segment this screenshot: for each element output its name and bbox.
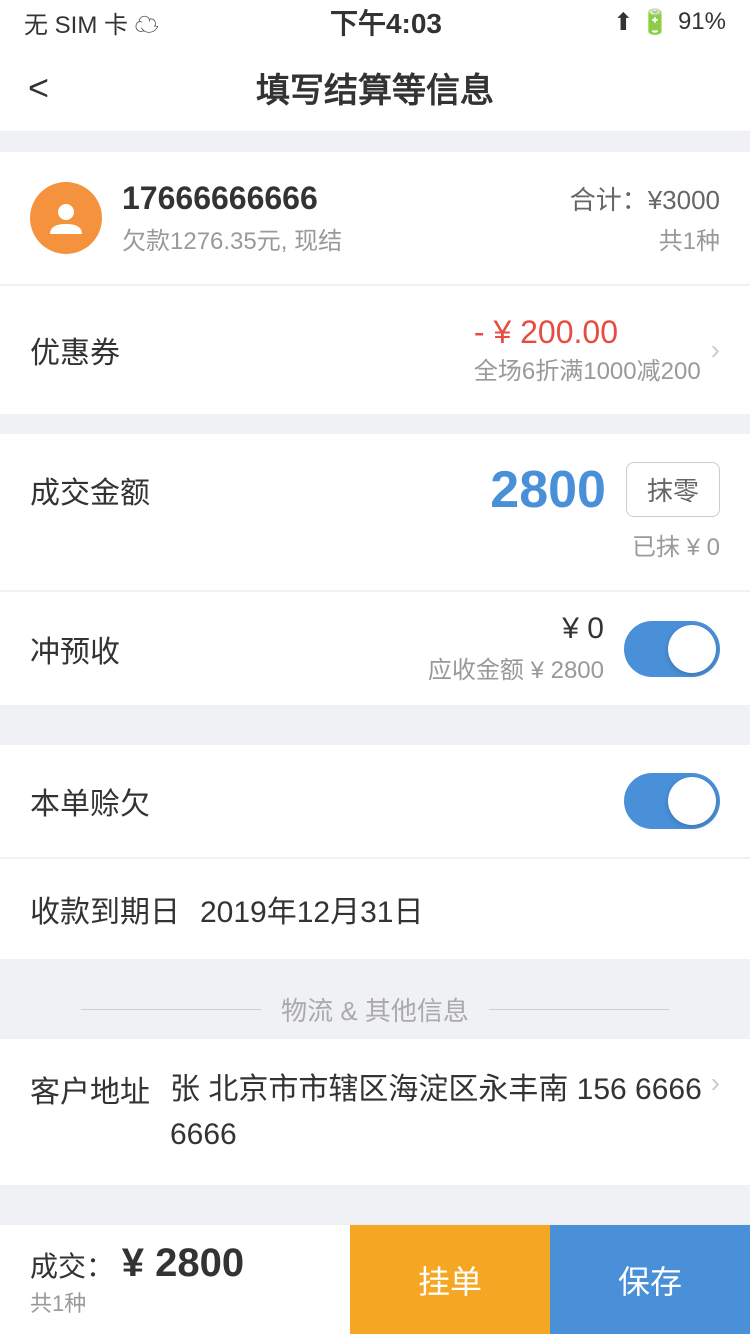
prepay-sub: 应收金额 ¥ 2800 [428,650,604,685]
prepay-label: 冲预收 [30,627,120,671]
logistics-divider: 物流 & 其他信息 [0,979,750,1039]
duedate-value: 2019年12月31日 [200,887,423,931]
customer-phone: 17666666666 [122,180,342,217]
amount-number: 2800 [490,464,606,516]
customer-card-left: 17666666666 欠款1276.35元, 现结 [30,180,342,256]
prepay-amount: ¥ 0 [428,612,604,646]
customer-subtext: 欠款1276.35元, 现结 [122,221,342,256]
address-chevron-icon: › [711,1067,720,1099]
customer-info: 17666666666 欠款1276.35元, 现结 [122,180,342,256]
summary-label: 成交： ¥ 2800 [30,1241,320,1286]
back-button[interactable]: < [28,67,49,109]
status-right: ⬆ 🔋 91% [613,8,726,37]
amount-row: 成交金额 2800 抹零 [30,462,720,517]
sim-status: 无 SIM 卡 ☁ [24,5,159,40]
coupon-label: 优惠券 [30,328,120,372]
total-label: 合计：¥3000 [570,180,720,217]
hold-button[interactable]: 挂单 [350,1225,550,1334]
divider-1 [0,414,750,434]
total-count: 共1种 [570,221,720,256]
amount-sub: 已抹 ¥ 0 [30,527,720,562]
duedate-label: 收款到期日 [30,887,180,931]
battery-icon: ⬆ 🔋 [613,8,670,37]
bottom-summary: 成交： ¥ 2800 共1种 [0,1241,350,1318]
prepay-toggle[interactable] [624,621,720,677]
coupon-chevron-icon: › [711,334,720,366]
logistics-divider-text: 物流 & 其他信息 [281,991,469,1028]
coupon-amount: - ¥ 200.00 [474,314,701,351]
avatar [30,182,102,254]
credit-toggle[interactable] [624,773,720,829]
status-left: 无 SIM 卡 ☁ [24,5,159,40]
status-time: 下午4:03 [330,2,442,42]
divider-line-right [489,1009,669,1010]
divider-line-left [81,1009,261,1010]
summary-amount: ¥ 2800 [122,1241,244,1285]
battery-percent: 91% [678,8,726,36]
amount-section: 成交金额 2800 抹零 已抹 ¥ 0 [0,434,750,590]
amount-label: 成交金额 [30,468,150,512]
prepay-amount-block: ¥ 0 应收金额 ¥ 2800 [428,612,604,685]
nav-bar: < 填写结算等信息 [0,44,750,132]
duedate-row: 收款到期日 2019年12月31日 [0,859,750,959]
prepay-right: ¥ 0 应收金额 ¥ 2800 [428,612,720,685]
address-value: 张 北京市市辖区海淀区永丰南 156 6666 6666 [170,1067,711,1157]
credit-row: 本单赊欠 [0,745,750,857]
bottom-bar: 成交： ¥ 2800 共1种 挂单 保存 [0,1224,750,1334]
person-icon [46,198,86,238]
divider-2 [0,705,750,725]
address-label: 客户地址 [30,1067,150,1111]
summary-count: 共1种 [30,1286,320,1318]
page-title: 填写结算等信息 [256,63,494,112]
coupon-row[interactable]: 优惠券 - ¥ 200.00 全场6折满1000减200 › [0,286,750,414]
coupon-desc: 全场6折满1000减200 [474,351,701,386]
amount-value-area: 2800 抹零 [490,462,720,517]
coupon-right: - ¥ 200.00 全场6折满1000减200 › [474,314,720,386]
customer-card: 17666666666 欠款1276.35元, 现结 合计：¥3000 共1种 [0,152,750,284]
prepay-row: 冲预收 ¥ 0 应收金额 ¥ 2800 [0,592,750,705]
credit-label: 本单赊欠 [30,779,150,823]
round-button[interactable]: 抹零 [626,462,720,517]
save-button[interactable]: 保存 [550,1225,750,1334]
customer-total: 合计：¥3000 共1种 [570,180,720,256]
address-row[interactable]: 客户地址 张 北京市市辖区海淀区永丰南 156 6666 6666 › [0,1039,750,1185]
status-bar: 无 SIM 卡 ☁ 下午4:03 ⬆ 🔋 91% [0,0,750,44]
summary-label-text: 成交： [30,1251,114,1282]
